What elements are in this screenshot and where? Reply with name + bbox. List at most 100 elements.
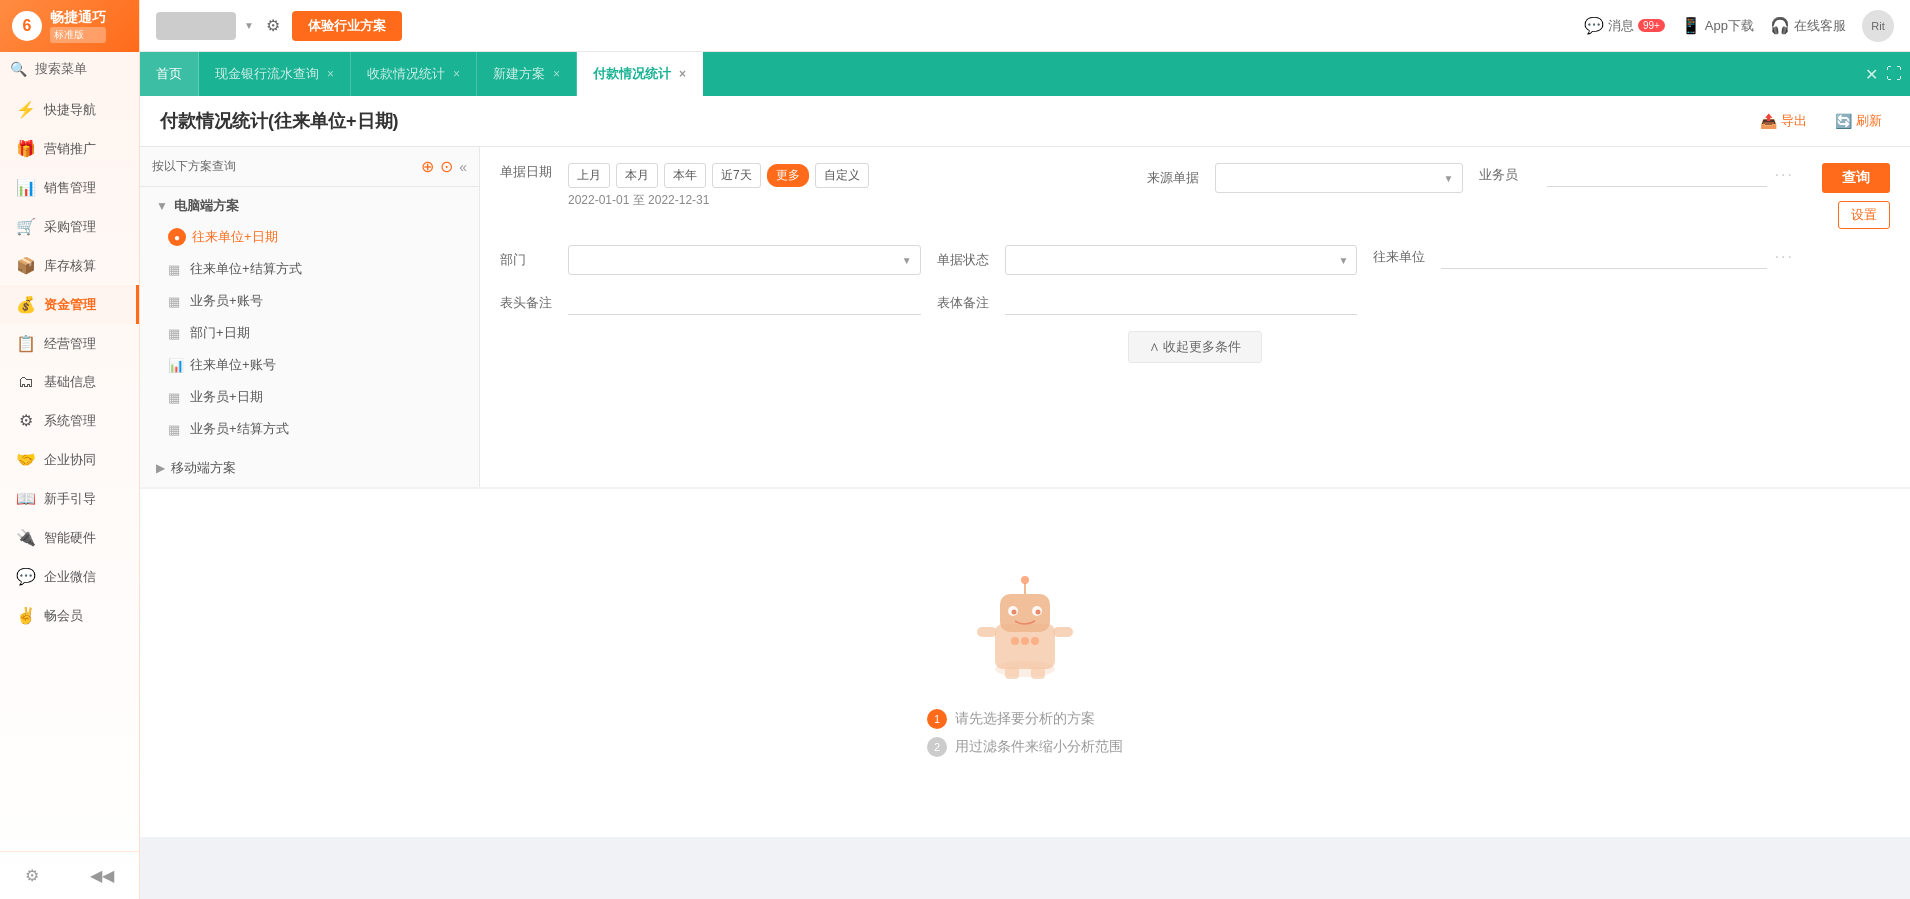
tab-payment-stats-close[interactable]: × [679,67,686,81]
sidebar-item-hardware[interactable]: 🔌 智能硬件 [0,518,139,557]
sidebar-item-purchase[interactable]: 🛒 采购管理 [0,207,139,246]
sidebar-item-sales[interactable]: 📊 销售管理 [0,168,139,207]
partner-input[interactable] [1441,245,1766,269]
desktop-collapse-icon: ▼ [156,199,168,213]
tab-bank-flow-close[interactable]: × [327,67,334,81]
sidebar-item-label: 库存核算 [44,257,96,275]
scheme-partner-account-label: 往来单位+账号 [190,356,276,374]
date-btn-7days[interactable]: 近7天 [712,163,761,188]
tip-text-2: 用过滤条件来缩小分析范围 [955,738,1123,756]
hardware-icon: 🔌 [16,528,36,547]
notification-btn[interactable]: 💬 消息 99+ [1584,16,1665,35]
sidebar-item-label: 基础信息 [44,373,96,391]
date-btn-this-month[interactable]: 本月 [616,163,658,188]
date-btn-this-year[interactable]: 本年 [664,163,706,188]
scheme-settings-btn[interactable]: ⊙ [440,157,453,176]
scheme-item-partner-settlement[interactable]: ▦ 往来单位+结算方式 [140,253,479,285]
sidebar-item-quick-nav[interactable]: ⚡ 快捷导航 [0,90,139,129]
staff-more-btn[interactable]: ··· [1775,166,1794,184]
scheme-item-partner-date[interactable]: ● 往来单位+日期 [140,221,479,253]
source-doc-select[interactable]: ▼ [1215,163,1463,193]
topbar: ▼ ⚙ 体验行业方案 💬 消息 99+ 📱 App下载 🎧 在线客服 Rit [140,0,1910,52]
sidebar-item-marketing[interactable]: 🎁 营销推广 [0,129,139,168]
sidebar-item-system[interactable]: ⚙ 系统管理 [0,401,139,440]
collapse-icon: ∧ [1149,339,1164,354]
sidebar-item-guide[interactable]: 📖 新手引导 [0,479,139,518]
sidebar-collapse-btn[interactable]: ◀◀ [80,860,124,891]
scheme-item-staff-date[interactable]: ▦ 业务员+日期 [140,381,479,413]
tab-bank-flow[interactable]: 现金银行流水查询 × [199,52,351,96]
mobile-section-title: 移动端方案 [171,459,236,477]
doc-status-arrow: ▼ [1338,255,1348,266]
sidebar-item-label: 系统管理 [44,412,96,430]
source-doc-field: 来源单据 ▼ [1147,163,1463,193]
date-btn-custom[interactable]: 自定义 [815,163,869,188]
svg-rect-2 [1000,594,1050,632]
settings-gear-icon[interactable]: ⚙ [266,16,280,35]
message-icon: 💬 [1584,16,1604,35]
collapse-conditions-btn[interactable]: ∧ 收起更多条件 [1128,331,1263,363]
export-btn[interactable]: 📤 导出 [1752,108,1815,134]
scheme-staff-account-label: 业务员+账号 [190,292,263,310]
filter-settings-btn[interactable]: 设置 [1838,201,1890,229]
date-btn-more[interactable]: 更多 [767,164,809,187]
dept-select[interactable]: ▼ [568,245,921,275]
sidebar-item-label: 企业微信 [44,568,96,586]
page-content: 付款情况统计(往来单位+日期) 📤 导出 🔄 刷新 按以下方案查询 ⊕ [140,96,1910,899]
sidebar-item-member[interactable]: ✌ 畅会员 [0,596,139,635]
sidebar-item-basic-info[interactable]: 🗂 基础信息 [0,363,139,401]
sidebar-settings-btn[interactable]: ⚙ [15,860,49,891]
table-icon-4: ▦ [168,390,184,405]
source-doc-label: 来源单据 [1147,169,1207,187]
tabbar-expand-btn[interactable]: ⛶ [1886,65,1902,83]
scheme-item-partner-account[interactable]: 📊 往来单位+账号 [140,349,479,381]
mobile-schemes: ▶ 移动端方案 [140,449,479,487]
desktop-section-header[interactable]: ▼ 电脑端方案 [140,191,479,221]
svg-rect-9 [977,627,997,637]
online-service-btn[interactable]: 🎧 在线客服 [1770,16,1846,35]
app-download-btn[interactable]: 📱 App下载 [1681,16,1754,35]
tab-bank-flow-label: 现金银行流水查询 [215,65,319,83]
marketing-icon: 🎁 [16,139,36,158]
tab-new-scheme-close[interactable]: × [553,67,560,81]
empty-tip-1: 1 请先选择要分析的方案 [927,709,1123,729]
tab-home-label: 首页 [156,65,182,83]
trial-btn[interactable]: 体验行业方案 [292,11,402,41]
mobile-section-header[interactable]: ▶ 移动端方案 [140,453,479,483]
doc-status-select[interactable]: ▼ [1005,245,1358,275]
sidebar-search[interactable]: 🔍 搜索菜单 [0,52,139,86]
scheme-item-dept-date[interactable]: ▦ 部门+日期 [140,317,479,349]
partner-more-btn[interactable]: ··· [1775,248,1794,266]
tabbar-close-btn[interactable]: ✕ [1865,65,1878,84]
sidebar-item-operations[interactable]: 📋 经营管理 [0,324,139,363]
chart-icon-1: 📊 [168,358,184,373]
sidebar-item-wechat[interactable]: 💬 企业微信 [0,557,139,596]
add-scheme-btn[interactable]: ⊕ [421,157,434,176]
svg-point-12 [1021,637,1029,645]
tab-new-scheme[interactable]: 新建方案 × [477,52,577,96]
topbar-user-avatar[interactable]: Rit [1862,10,1894,42]
scheme-item-staff-account[interactable]: ▦ 业务员+账号 [140,285,479,317]
staff-input[interactable] [1547,163,1767,187]
active-scheme-dot: ● [168,228,186,246]
date-btn-last-month[interactable]: 上月 [568,163,610,188]
refresh-btn[interactable]: 🔄 刷新 [1827,108,1890,134]
sidebar-item-finance[interactable]: 💰 资金管理 [0,285,139,324]
tab-home[interactable]: 首页 [140,52,199,96]
source-doc-arrow: ▼ [1444,173,1454,184]
tab-collection-stats-close[interactable]: × [453,67,460,81]
scheme-staff-date-label: 业务员+日期 [190,388,263,406]
logo-icon: 6 [12,11,42,41]
sidebar-item-inventory[interactable]: 📦 库存核算 [0,246,139,285]
sidebar-footer: ⚙ ◀◀ [0,851,139,899]
sidebar-item-enterprise[interactable]: 🤝 企业协同 [0,440,139,479]
panel-collapse-btn[interactable]: « [459,159,467,175]
scheme-item-staff-settlement[interactable]: ▦ 业务员+结算方式 [140,413,479,445]
user-area[interactable]: ▼ [156,12,254,40]
body-note-input[interactable] [1005,291,1358,315]
topbar-actions: 💬 消息 99+ 📱 App下载 🎧 在线客服 Rit [1584,10,1894,42]
tab-collection-stats[interactable]: 收款情况统计 × [351,52,477,96]
tab-payment-stats[interactable]: 付款情况统计 × [577,52,703,96]
query-btn[interactable]: 查询 [1822,163,1890,193]
header-note-input[interactable] [568,291,921,315]
